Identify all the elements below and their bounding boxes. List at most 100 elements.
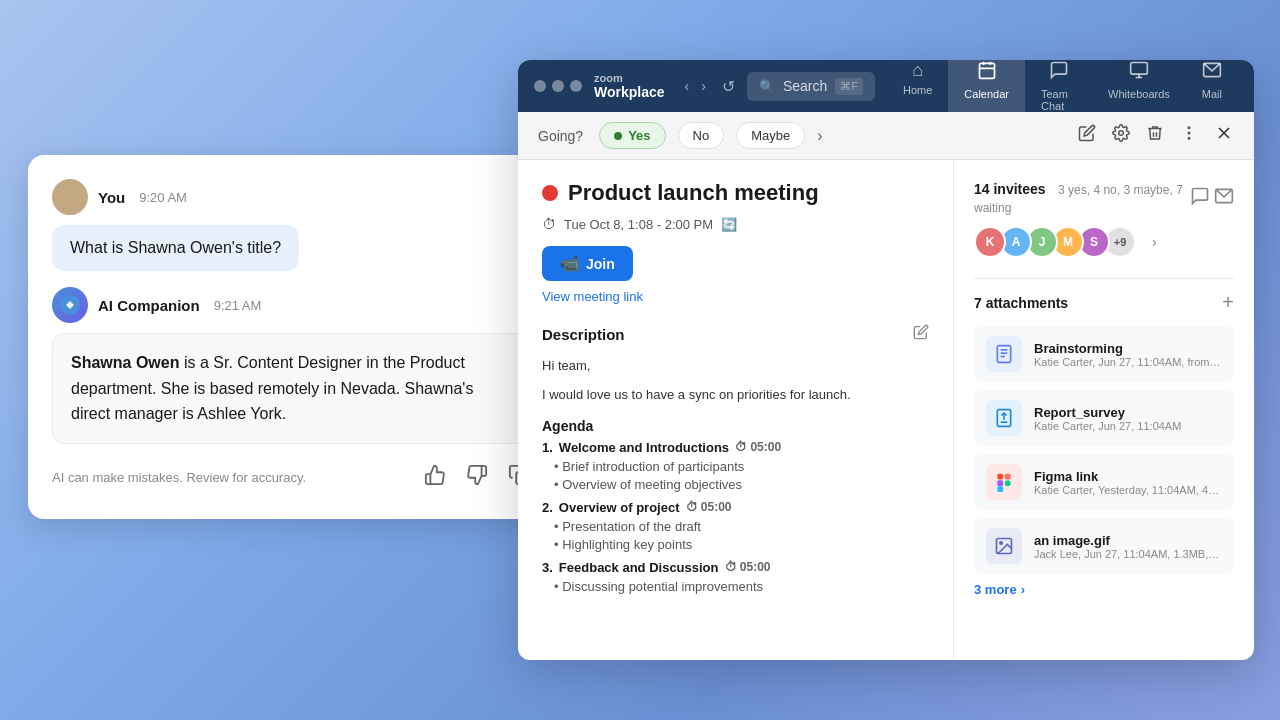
user-message-header: You 9:20 AM (52, 179, 534, 215)
more-options-icon[interactable] (1180, 124, 1198, 147)
attachment-gif[interactable]: an image.gif Jack Lee, Jun 27, 11:04AM, … (974, 518, 1234, 574)
event-title-row: Product launch meeting (542, 180, 929, 206)
toolbar-icons (1078, 123, 1234, 148)
tab-whiteboards[interactable]: Whiteboards (1092, 60, 1186, 118)
avatar-1: K (974, 226, 1006, 258)
ai-response-bold: Shawna Owen (71, 354, 179, 371)
svg-rect-29 (997, 486, 1003, 492)
rsvp-no-button[interactable]: No (678, 122, 725, 149)
attachment-report[interactable]: Report_survey Katie Carter, Jun 27, 11:0… (974, 390, 1234, 446)
description-edit-icon[interactable] (913, 324, 929, 344)
ai-name: AI Companion (98, 297, 200, 314)
edit-icon[interactable] (1078, 124, 1096, 147)
going-label: Going? (538, 128, 583, 144)
svg-point-1 (59, 201, 81, 215)
agenda-2-bullet-1: • Presentation of the draft (542, 519, 929, 534)
view-meeting-link[interactable]: View meeting link (542, 289, 929, 304)
email-invitees-icon[interactable] (1214, 186, 1234, 211)
search-shortcut: ⌘F (835, 78, 863, 95)
event-content: Product launch meeting ⏱ Tue Oct 8, 1:08… (518, 160, 1254, 660)
rsvp-yes-button[interactable]: Yes (599, 122, 665, 149)
attachment-report-info: Report_survey Katie Carter, Jun 27, 11:0… (1034, 405, 1222, 432)
agenda-item-3: 3. Feedback and Discussion ⏱ 05:00 • Dis… (542, 560, 929, 594)
chat-action-buttons (420, 460, 534, 495)
attachment-gif-info: an image.gif Jack Lee, Jun 27, 11:04AM, … (1034, 533, 1222, 560)
search-icon: 🔍 (759, 79, 775, 94)
svg-point-32 (1000, 542, 1003, 545)
chat-invitees-icon[interactable] (1190, 186, 1210, 211)
nav-arrows: ‹ › (681, 76, 710, 96)
tab-home[interactable]: ⌂ Home (887, 60, 948, 118)
delete-icon[interactable] (1146, 124, 1164, 147)
search-bar[interactable]: 🔍 Search ⌘F (747, 72, 875, 101)
agenda-3-bullet-1: • Discussing potential improvements (542, 579, 929, 594)
tab-whiteboards-label: Whiteboards (1108, 88, 1170, 100)
user-time: 9:20 AM (139, 190, 187, 205)
maybe-label: Maybe (751, 128, 790, 143)
mail-icon (1202, 60, 1222, 85)
description-intro: Hi team, (542, 356, 929, 377)
app-logo: zoom Workplace (594, 73, 665, 100)
tab-mail[interactable]: Mail (1186, 60, 1238, 118)
nav-tabs: ⌂ Home Calendar Team Chat Whiteboards (887, 60, 1238, 118)
tab-teamchat[interactable]: Team Chat (1025, 60, 1092, 118)
svg-point-13 (1188, 127, 1190, 129)
chat-panel: You 9:20 AM What is Shawna Owen's title?… (28, 155, 558, 519)
svg-rect-26 (997, 474, 1003, 480)
invitees-icons (1190, 186, 1234, 211)
attachment-brainstorming-info: Brainstorming Katie Carter, Jun 27, 11:0… (1034, 341, 1222, 368)
user-avatar (52, 179, 88, 215)
video-icon: 📹 (560, 254, 580, 273)
agenda-1-time: ⏱ 05:00 (735, 440, 781, 454)
attachment-brainstorming[interactable]: Brainstorming Katie Carter, Jun 27, 11:0… (974, 326, 1234, 382)
attachment-brainstorming-name: Brainstorming (1034, 341, 1222, 356)
tab-calendar-label: Calendar (964, 88, 1009, 100)
search-label: Search (783, 78, 827, 94)
back-button[interactable]: ‹ (681, 76, 694, 96)
attachment-figma-info: Figma link Katie Carter, Yesterday, 11:0… (1034, 469, 1222, 496)
svg-rect-28 (997, 480, 1003, 486)
more-attachments-link[interactable]: 3 more › (974, 582, 1234, 597)
agenda-3-number: 3. (542, 560, 553, 575)
agenda-1-number: 1. (542, 440, 553, 455)
avatar-group: K A J M S +9 › (974, 226, 1234, 258)
ai-message-header: AI Companion 9:21 AM (52, 287, 534, 323)
window-dot-3 (570, 80, 582, 92)
thumbs-down-button[interactable] (462, 460, 492, 495)
user-message: You 9:20 AM What is Shawna Owen's title? (52, 179, 534, 271)
history-button[interactable]: ↺ (722, 77, 735, 96)
clock-icon: ⏱ (542, 216, 556, 232)
more-chevron: › (1021, 582, 1025, 597)
tab-calendar[interactable]: Calendar (948, 60, 1025, 118)
chat-footer: AI can make mistakes. Review for accurac… (52, 460, 534, 495)
ai-disclaimer: AI can make mistakes. Review for accurac… (52, 470, 306, 485)
rsvp-maybe-button[interactable]: Maybe (736, 122, 805, 149)
thumbs-up-button[interactable] (420, 460, 450, 495)
home-icon: ⌂ (912, 60, 923, 81)
no-label: No (693, 128, 710, 143)
event-meta: ⏱ Tue Oct 8, 1:08 - 2:00 PM 🔄 (542, 216, 929, 232)
svg-point-12 (1119, 131, 1124, 136)
forward-button[interactable]: › (697, 76, 710, 96)
event-color-dot (542, 185, 558, 201)
tab-teamchat-label: Team Chat (1041, 88, 1076, 112)
event-right-panel: 14 invitees 3 yes, 4 no, 3 maybe, 7 wait… (954, 160, 1254, 660)
attachment-doc-icon (986, 336, 1022, 372)
rsvp-chevron[interactable]: › (817, 127, 822, 145)
avatar-chevron[interactable]: › (1152, 234, 1157, 250)
agenda-1-bullet-1: • Brief introduction of participants (542, 459, 929, 474)
close-button[interactable] (1214, 123, 1234, 148)
invitees-header: 14 invitees 3 yes, 4 no, 3 maybe, 7 wait… (974, 180, 1234, 216)
svg-point-14 (1188, 132, 1190, 134)
svg-point-15 (1188, 138, 1190, 140)
attachments-header: 7 attachments + (974, 291, 1234, 314)
attachment-report-name: Report_survey (1034, 405, 1222, 420)
add-attachment-button[interactable]: + (1222, 291, 1234, 314)
attachment-figma[interactable]: Figma link Katie Carter, Yesterday, 11:0… (974, 454, 1234, 510)
settings-icon[interactable] (1112, 124, 1130, 147)
join-button[interactable]: 📹 Join (542, 246, 633, 281)
ai-time: 9:21 AM (214, 298, 262, 313)
svg-rect-4 (979, 63, 994, 78)
attachment-brainstorming-meta: Katie Carter, Jun 27, 11:04AM, from meet… (1034, 356, 1222, 368)
window-controls (534, 80, 582, 92)
